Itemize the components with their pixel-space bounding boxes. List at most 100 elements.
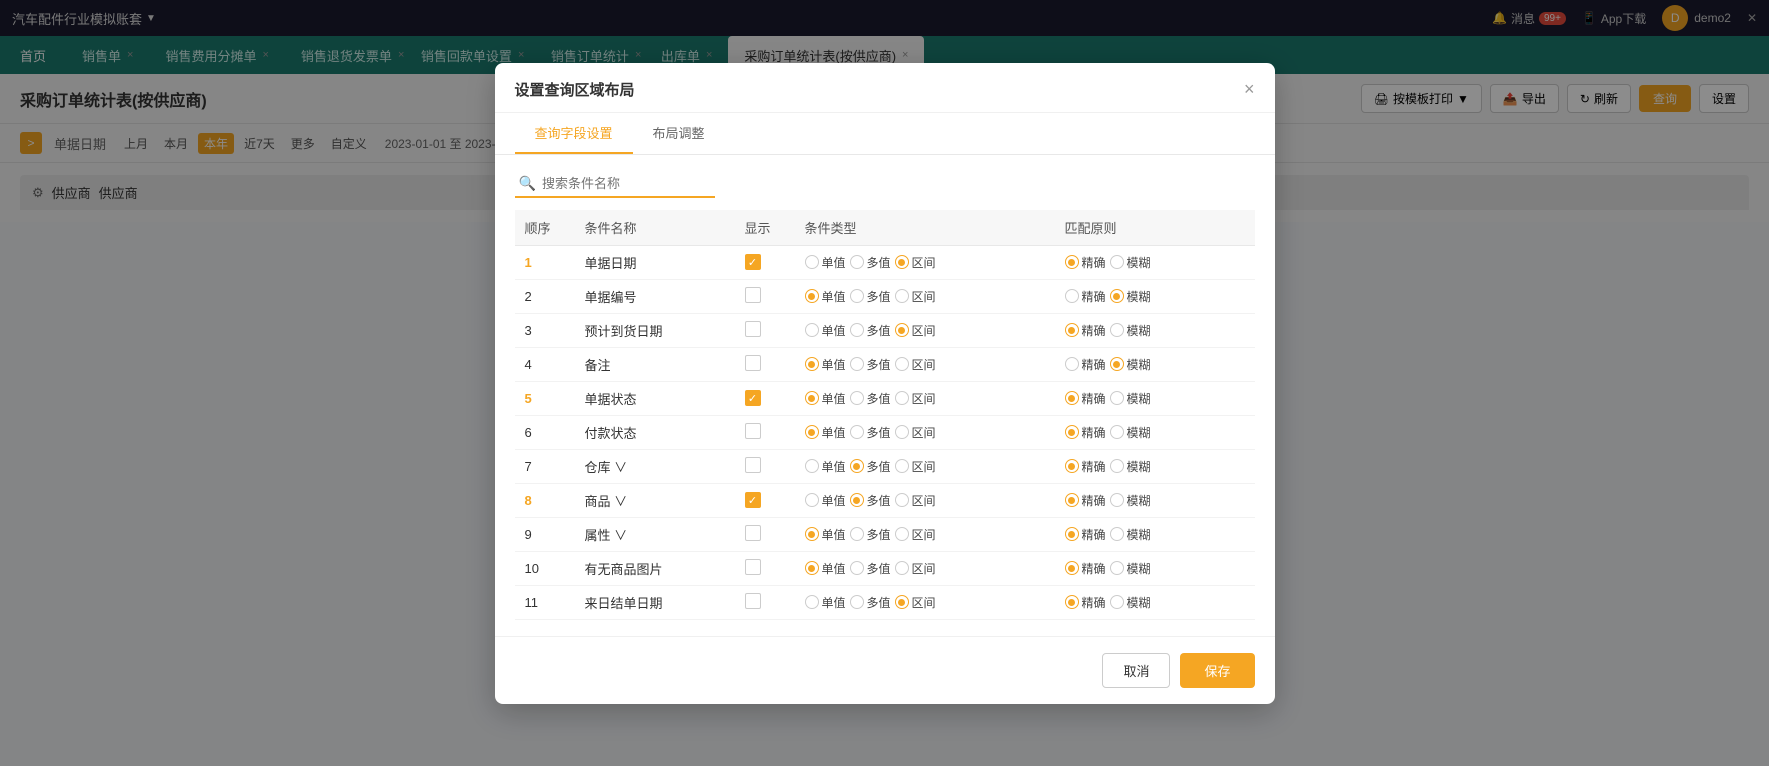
row-display-checkbox[interactable]	[745, 525, 761, 541]
row-display-checkbox[interactable]: ✓	[745, 254, 761, 270]
radio-option-单值[interactable]: 单值	[805, 254, 846, 271]
radio-match-精确[interactable]: 精确	[1065, 254, 1106, 271]
radio-option-区间[interactable]: 区间	[895, 356, 936, 373]
radio-option-区间[interactable]: 区间	[895, 322, 936, 339]
row-display-checkbox[interactable]	[745, 321, 761, 337]
table-row: 10有无商品图片单值多值区间精确模糊	[515, 551, 1255, 585]
search-icon: 🔍	[519, 175, 536, 192]
table-row: 5单据状态✓单值多值区间精确模糊	[515, 381, 1255, 415]
radio-match-精确[interactable]: 精确	[1065, 492, 1106, 509]
row-display-checkbox[interactable]	[745, 355, 761, 371]
search-input[interactable]	[542, 176, 702, 191]
radio-match-精确[interactable]: 精确	[1065, 322, 1106, 339]
radio-option-多值[interactable]: 多值	[850, 526, 891, 543]
radio-match-模糊[interactable]: 模糊	[1110, 458, 1151, 475]
row-match-group: 精确模糊	[1065, 594, 1245, 611]
radio-option-单值[interactable]: 单值	[805, 560, 846, 577]
table-row: 9属性 ∨单值多值区间精确模糊	[515, 517, 1255, 551]
row-display-checkbox[interactable]	[745, 593, 761, 609]
radio-option-单值[interactable]: 单值	[805, 594, 846, 611]
radio-option-单值[interactable]: 单值	[805, 424, 846, 441]
row-condition-name: 预计到货日期	[575, 313, 735, 347]
row-match-group: 精确模糊	[1065, 254, 1245, 271]
radio-match-模糊[interactable]: 模糊	[1110, 254, 1151, 271]
radio-option-多值[interactable]: 多值	[850, 424, 891, 441]
radio-option-区间[interactable]: 区间	[895, 560, 936, 577]
row-display-checkbox[interactable]: ✓	[745, 492, 761, 508]
row-order: 2	[525, 289, 532, 304]
row-display-checkbox[interactable]	[745, 423, 761, 439]
radio-option-多值[interactable]: 多值	[850, 390, 891, 407]
radio-match-精确[interactable]: 精确	[1065, 288, 1106, 305]
radio-option-多值[interactable]: 多值	[850, 560, 891, 577]
row-condition-name: 备注	[575, 347, 735, 381]
radio-option-单值[interactable]: 单值	[805, 356, 846, 373]
radio-option-多值[interactable]: 多值	[850, 322, 891, 339]
radio-option-多值[interactable]: 多值	[850, 458, 891, 475]
radio-option-区间[interactable]: 区间	[895, 492, 936, 509]
radio-option-多值[interactable]: 多值	[850, 492, 891, 509]
radio-match-模糊[interactable]: 模糊	[1110, 526, 1151, 543]
radio-option-多值[interactable]: 多值	[850, 288, 891, 305]
radio-option-区间[interactable]: 区间	[895, 254, 936, 271]
radio-option-单值[interactable]: 单值	[805, 526, 846, 543]
radio-option-单值[interactable]: 单值	[805, 390, 846, 407]
radio-match-精确[interactable]: 精确	[1065, 356, 1106, 373]
modal-tab-query-fields[interactable]: 查询字段设置	[515, 113, 633, 154]
row-type-group: 单值多值区间	[805, 492, 1045, 509]
row-order: 11	[525, 595, 539, 610]
row-display-checkbox[interactable]	[745, 457, 761, 473]
radio-option-区间[interactable]: 区间	[895, 288, 936, 305]
row-type-group: 单值多值区间	[805, 526, 1045, 543]
radio-option-多值[interactable]: 多值	[850, 594, 891, 611]
save-button[interactable]: 保存	[1180, 653, 1254, 688]
row-match-group: 精确模糊	[1065, 560, 1245, 577]
radio-match-模糊[interactable]: 模糊	[1110, 594, 1151, 611]
modal-tab-layout[interactable]: 布局调整	[633, 113, 725, 154]
radio-option-区间[interactable]: 区间	[895, 526, 936, 543]
radio-match-模糊[interactable]: 模糊	[1110, 322, 1151, 339]
row-type-group: 单值多值区间	[805, 356, 1045, 373]
row-type-group: 单值多值区间	[805, 424, 1045, 441]
radio-match-模糊[interactable]: 模糊	[1110, 356, 1151, 373]
radio-match-精确[interactable]: 精确	[1065, 458, 1106, 475]
row-display-checkbox[interactable]	[745, 559, 761, 575]
radio-match-精确[interactable]: 精确	[1065, 390, 1106, 407]
radio-option-单值[interactable]: 单值	[805, 322, 846, 339]
radio-option-单值[interactable]: 单值	[805, 458, 846, 475]
row-order: 3	[525, 323, 532, 338]
radio-match-精确[interactable]: 精确	[1065, 526, 1106, 543]
radio-match-精确[interactable]: 精确	[1065, 594, 1106, 611]
radio-match-精确[interactable]: 精确	[1065, 424, 1106, 441]
radio-match-模糊[interactable]: 模糊	[1110, 390, 1151, 407]
radio-match-模糊[interactable]: 模糊	[1110, 560, 1151, 577]
radio-option-多值[interactable]: 多值	[850, 356, 891, 373]
radio-option-单值[interactable]: 单值	[805, 492, 846, 509]
modal-close-button[interactable]: ×	[1244, 79, 1255, 100]
radio-option-区间[interactable]: 区间	[895, 458, 936, 475]
radio-option-区间[interactable]: 区间	[895, 390, 936, 407]
radio-option-区间[interactable]: 区间	[895, 424, 936, 441]
row-order: 10	[525, 561, 539, 576]
row-condition-name: 单据日期	[575, 245, 735, 279]
row-display-checkbox[interactable]	[745, 287, 761, 303]
radio-option-区间[interactable]: 区间	[895, 594, 936, 611]
col-name: 条件名称	[575, 210, 735, 246]
row-display-checkbox[interactable]: ✓	[745, 390, 761, 406]
radio-match-模糊[interactable]: 模糊	[1110, 424, 1151, 441]
radio-option-多值[interactable]: 多值	[850, 254, 891, 271]
modal-tabs: 查询字段设置 布局调整	[495, 113, 1275, 155]
radio-match-精确[interactable]: 精确	[1065, 560, 1106, 577]
radio-match-模糊[interactable]: 模糊	[1110, 288, 1151, 305]
cancel-button[interactable]: 取消	[1102, 653, 1170, 688]
radio-match-模糊[interactable]: 模糊	[1110, 492, 1151, 509]
row-condition-name: 来日结单日期	[575, 585, 735, 619]
row-match-group: 精确模糊	[1065, 390, 1245, 407]
row-match-group: 精确模糊	[1065, 356, 1245, 373]
row-condition-name: 属性 ∨	[575, 517, 735, 551]
row-condition-name: 单据编号	[575, 279, 735, 313]
table-row: 11 来日结单日期 单值多值区间 精确模糊	[515, 585, 1255, 619]
modal-overlay: 设置查询区域布局 × 查询字段设置 布局调整 🔍	[0, 0, 1769, 766]
radio-option-单值[interactable]: 单值	[805, 288, 846, 305]
row-type-group: 单值多值区间	[805, 322, 1045, 339]
